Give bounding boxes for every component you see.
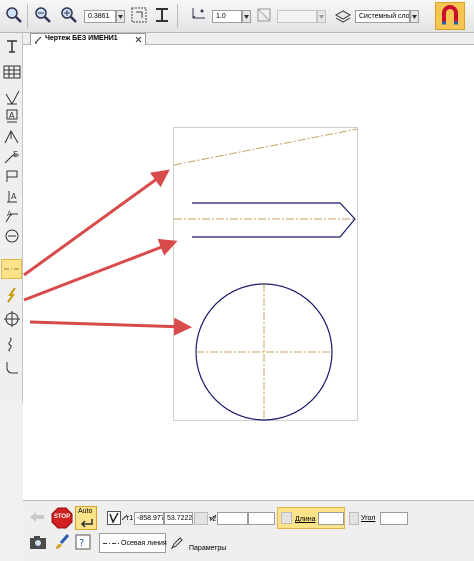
point1-x-field[interactable]: -858.977 — [134, 512, 164, 525]
brush-icon[interactable] — [53, 533, 71, 553]
drawing-overlay — [23, 128, 358, 421]
point1-toggle-icon[interactable] — [107, 511, 121, 527]
point2-x-field[interactable] — [217, 512, 248, 525]
point2-label: т2 — [209, 516, 217, 523]
point1-y-field[interactable]: 53.7222 — [164, 512, 193, 525]
point1-lock[interactable] — [194, 512, 208, 525]
axis-line-drawn — [173, 128, 358, 166]
angle-field[interactable] — [380, 512, 408, 525]
stop-button[interactable]: STOP — [51, 507, 73, 529]
pointer-arrow-3 — [29, 317, 192, 336]
auto-create-button[interactable]: Auto — [75, 506, 97, 530]
params-pen-icon — [170, 537, 183, 551]
arrow-contour — [192, 202, 356, 238]
tab-parameters[interactable]: Параметры — [189, 545, 226, 552]
properties-panel: STOP Auto ? т1 -858.977 53.7222 т2 Длина… — [23, 500, 474, 561]
help-icon[interactable]: ? — [75, 534, 91, 552]
linestyle-label: Осевая линия — [121, 540, 167, 547]
back-arrow-icon[interactable] — [29, 511, 45, 525]
pointer-arrow-1 — [23, 169, 170, 277]
svg-text:?: ? — [79, 538, 84, 549]
length-label: Длина — [295, 516, 316, 523]
pointer-arrow-2 — [23, 238, 178, 302]
linestyle-selector[interactable]: Осевая линия — [99, 533, 167, 553]
length-parameter[interactable]: Длина — [277, 507, 345, 529]
point1-label: т1 — [126, 515, 134, 522]
length-field[interactable] — [318, 512, 344, 525]
camera-icon[interactable] — [29, 534, 47, 552]
angle-lock[interactable] — [349, 512, 359, 525]
point2-y-field[interactable] — [248, 512, 275, 525]
angle-label: Угол — [361, 515, 376, 522]
